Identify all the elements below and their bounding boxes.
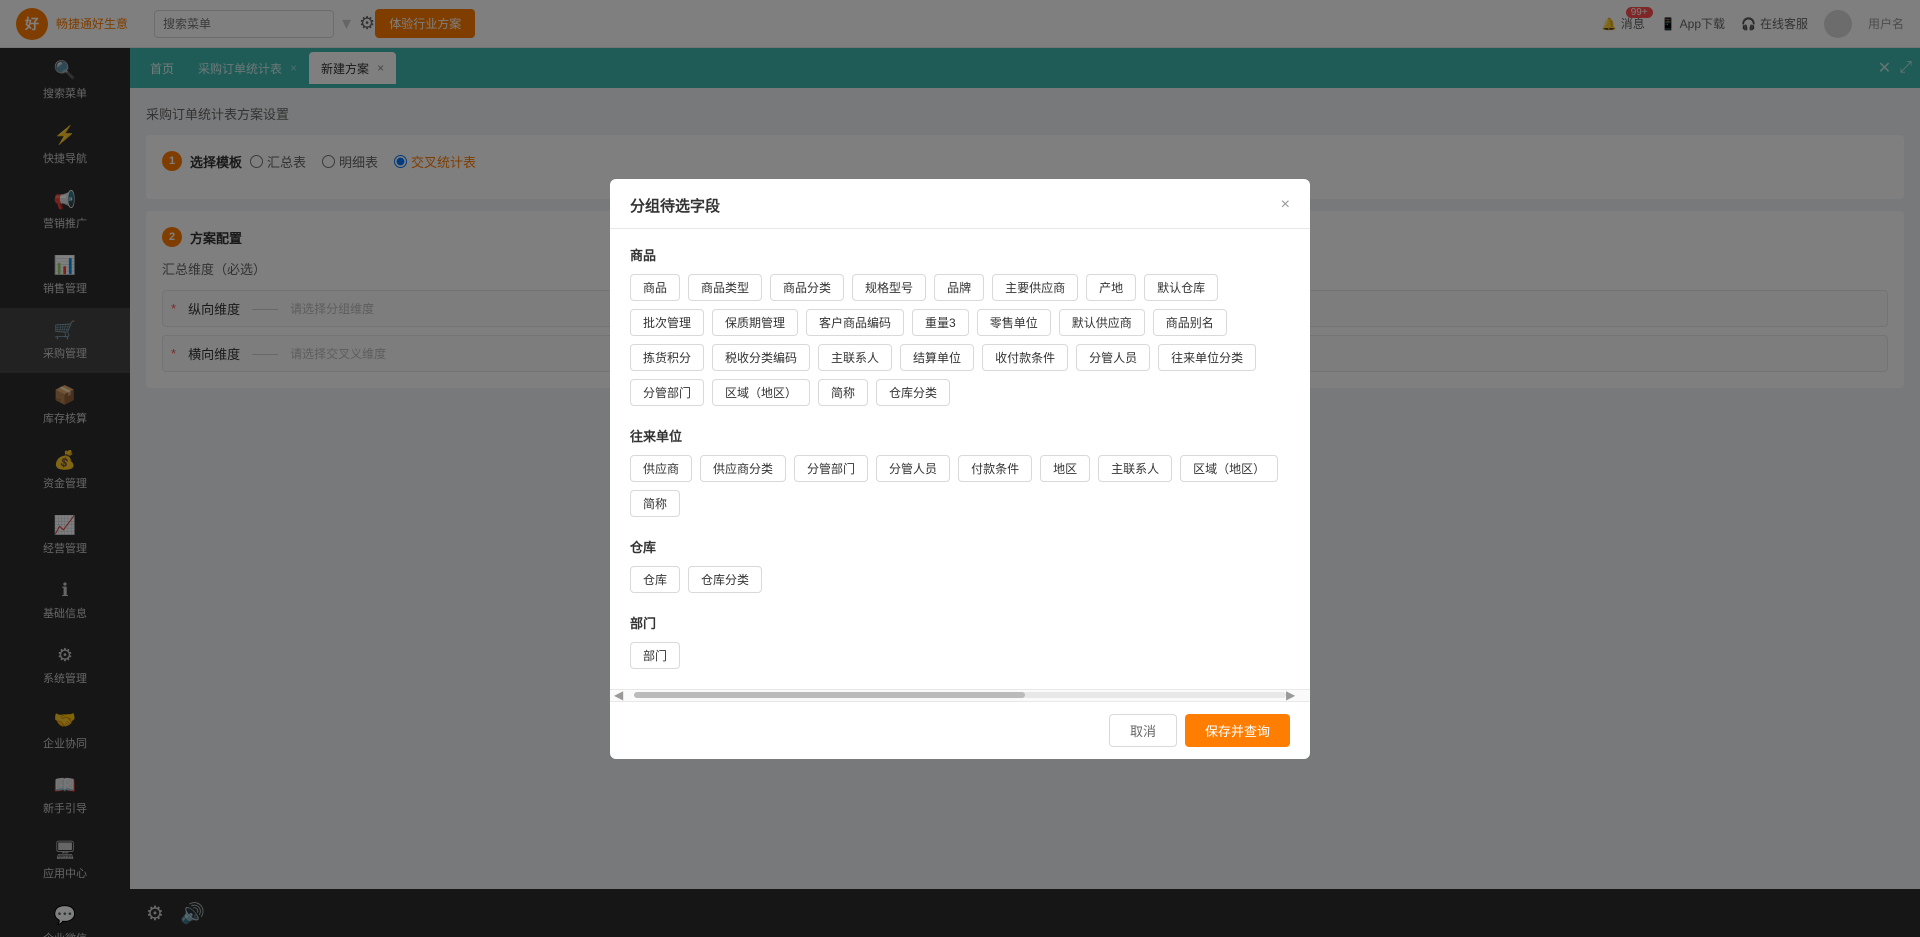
- modal-header: 分组待选字段 ×: [610, 179, 1310, 229]
- field-select-modal: 分组待选字段 × 商品 商品 商品类型 商品分类 规格型号 品牌 主要供应商 产…: [610, 179, 1310, 759]
- field-tag-partner-category[interactable]: 往来单位分类: [1158, 344, 1256, 371]
- field-tag-product-type[interactable]: 商品类型: [688, 274, 762, 301]
- field-tag-origin[interactable]: 产地: [1086, 274, 1136, 301]
- field-tag-supervisor2[interactable]: 分管人员: [876, 455, 950, 482]
- field-tag-dept-manage[interactable]: 分管部门: [630, 379, 704, 406]
- modal-title: 分组待选字段: [630, 195, 720, 216]
- field-tag-warehouse[interactable]: 仓库: [630, 566, 680, 593]
- field-tag-retail-unit[interactable]: 零售单位: [977, 309, 1051, 336]
- modal-hscroll[interactable]: ◀ ▶: [610, 689, 1310, 701]
- section-warehouse-fields: 仓库 仓库分类: [630, 566, 1290, 593]
- field-tag-warehouse-category[interactable]: 仓库分类: [876, 379, 950, 406]
- save-query-button[interactable]: 保存并查询: [1185, 714, 1290, 747]
- field-tag-default-warehouse[interactable]: 默认仓库: [1144, 274, 1218, 301]
- field-tag-area[interactable]: 地区: [1040, 455, 1090, 482]
- field-tag-supplier[interactable]: 供应商: [630, 455, 692, 482]
- field-tag-warehouse-cat[interactable]: 仓库分类: [688, 566, 762, 593]
- field-tag-supervisor[interactable]: 分管人员: [1076, 344, 1150, 371]
- field-tag-region2[interactable]: 区域（地区）: [1180, 455, 1278, 482]
- field-tag-product-category[interactable]: 商品分类: [770, 274, 844, 301]
- section-partner-title: 往来单位: [630, 426, 1290, 445]
- field-tag-dept-manage2[interactable]: 分管部门: [794, 455, 868, 482]
- field-tag-main-contact2[interactable]: 主联系人: [1098, 455, 1172, 482]
- section-product-fields: 商品 商品类型 商品分类 规格型号 品牌 主要供应商 产地 默认仓库 批次管理 …: [630, 274, 1290, 406]
- field-tag-payment-terms[interactable]: 收付款条件: [982, 344, 1068, 371]
- section-warehouse-title: 仓库: [630, 537, 1290, 556]
- field-tag-product[interactable]: 商品: [630, 274, 680, 301]
- field-tag-dept[interactable]: 部门: [630, 642, 680, 669]
- field-tag-supplier-category[interactable]: 供应商分类: [700, 455, 786, 482]
- field-tag-region[interactable]: 区域（地区）: [712, 379, 810, 406]
- field-tag-tax-code[interactable]: 税收分类编码: [712, 344, 810, 371]
- section-product: 商品 商品 商品类型 商品分类 规格型号 品牌 主要供应商 产地 默认仓库 批次…: [630, 245, 1290, 406]
- section-partner: 往来单位 供应商 供应商分类 分管部门 分管人员 付款条件 地区 主联系人 区域…: [630, 426, 1290, 517]
- field-tag-main-contact[interactable]: 主联系人: [818, 344, 892, 371]
- field-tag-batch-manage[interactable]: 批次管理: [630, 309, 704, 336]
- modal-overlay: 分组待选字段 × 商品 商品 商品类型 商品分类 规格型号 品牌 主要供应商 产…: [0, 0, 1920, 937]
- field-tag-brand[interactable]: 品牌: [934, 274, 984, 301]
- modal-close-btn[interactable]: ×: [1281, 196, 1290, 214]
- modal-footer: 取消 保存并查询: [610, 701, 1310, 759]
- field-tag-product-alias[interactable]: 商品别名: [1153, 309, 1227, 336]
- section-product-title: 商品: [630, 245, 1290, 264]
- field-tag-customer-code[interactable]: 客户商品编码: [806, 309, 904, 336]
- section-warehouse: 仓库 仓库 仓库分类: [630, 537, 1290, 593]
- field-tag-spec-model[interactable]: 规格型号: [852, 274, 926, 301]
- field-tag-abbreviation[interactable]: 简称: [818, 379, 868, 406]
- field-tag-abbreviation2[interactable]: 简称: [630, 490, 680, 517]
- field-tag-main-supplier[interactable]: 主要供应商: [992, 274, 1078, 301]
- modal-body: 商品 商品 商品类型 商品分类 规格型号 品牌 主要供应商 产地 默认仓库 批次…: [610, 229, 1310, 689]
- section-dept-fields: 部门: [630, 642, 1290, 669]
- cancel-button[interactable]: 取消: [1109, 714, 1177, 747]
- field-tag-expiry-manage[interactable]: 保质期管理: [712, 309, 798, 336]
- field-tag-settlement-unit[interactable]: 结算单位: [900, 344, 974, 371]
- section-dept: 部门 部门: [630, 613, 1290, 669]
- field-tag-weight3[interactable]: 重量3: [912, 309, 969, 336]
- field-tag-payment-cond[interactable]: 付款条件: [958, 455, 1032, 482]
- section-dept-title: 部门: [630, 613, 1290, 632]
- section-partner-fields: 供应商 供应商分类 分管部门 分管人员 付款条件 地区 主联系人 区域（地区） …: [630, 455, 1290, 517]
- hscroll-thumb: [634, 692, 1025, 698]
- hscroll-track: [634, 692, 1286, 698]
- field-tag-default-supplier[interactable]: 默认供应商: [1059, 309, 1145, 336]
- field-tag-pick-points[interactable]: 拣货积分: [630, 344, 704, 371]
